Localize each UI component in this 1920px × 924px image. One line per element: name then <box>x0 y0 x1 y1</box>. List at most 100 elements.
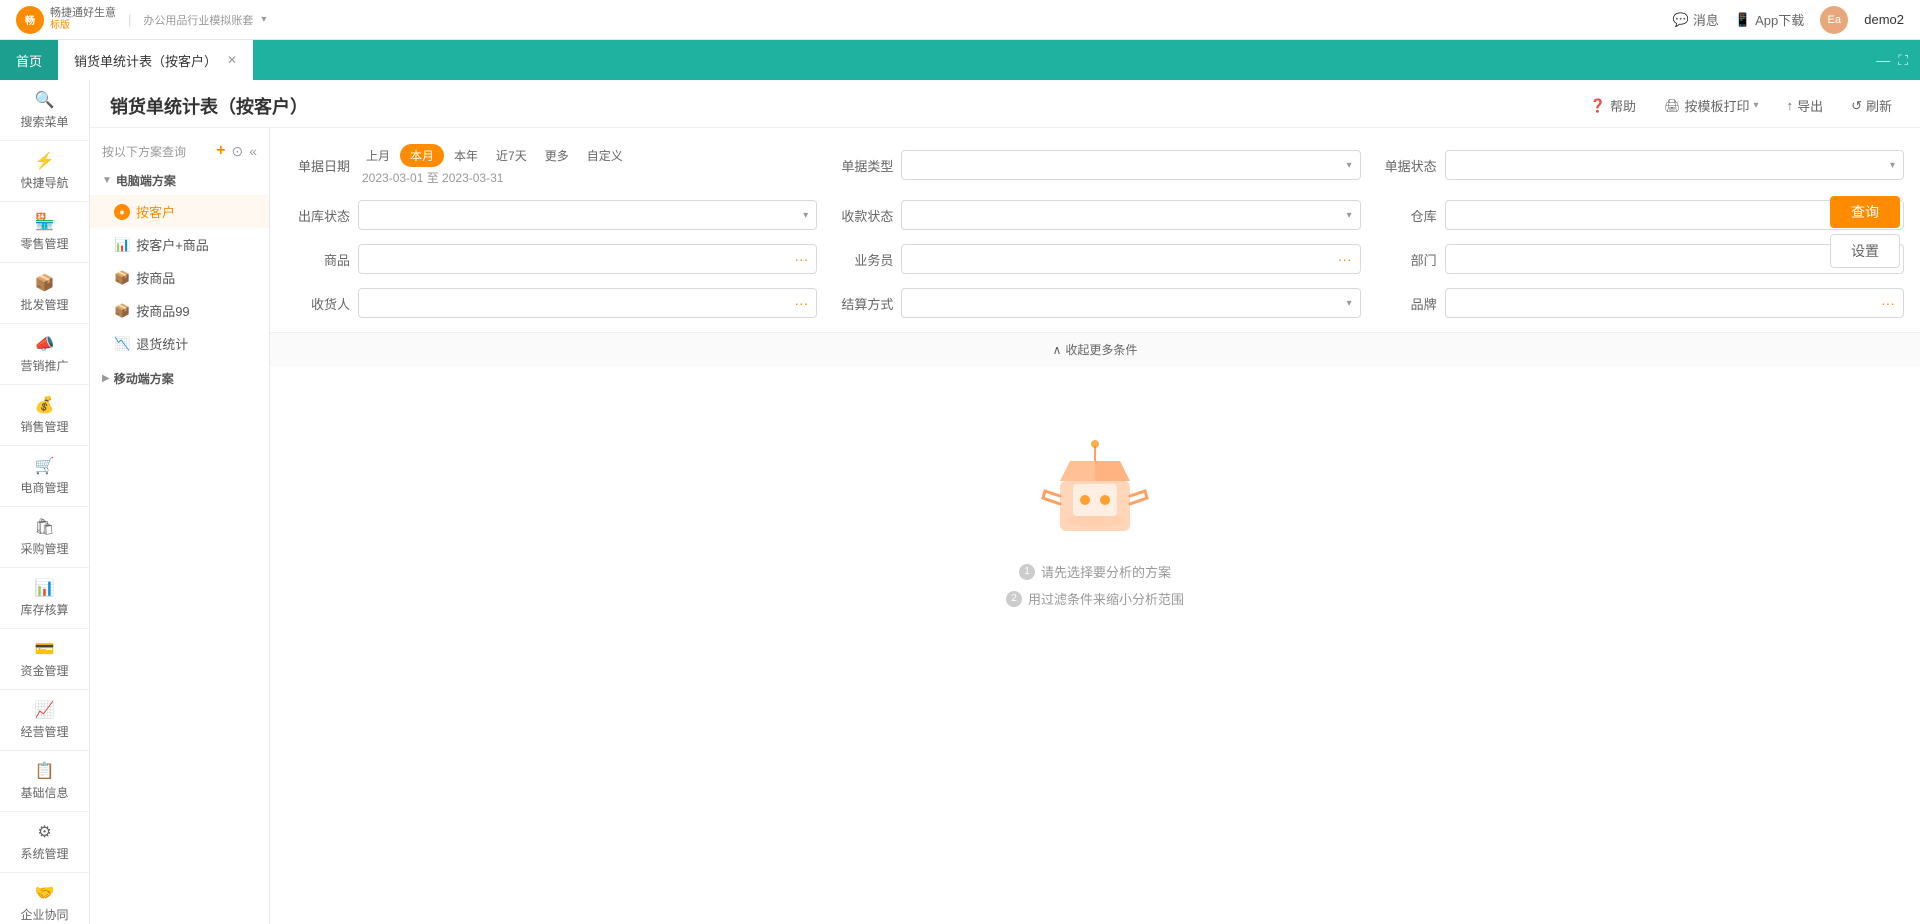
filter-row-3: 商品 ··· 业务员 ··· <box>286 244 1904 274</box>
nav-collapse-btn[interactable]: « <box>249 143 257 159</box>
payment-select[interactable]: ▾ <box>901 288 1360 318</box>
nav-item-return-stat[interactable]: 📉 退货统计 <box>90 327 269 360</box>
refresh-btn[interactable]: ↺ 刷新 <box>1843 92 1900 119</box>
avatar[interactable]: Ea <box>1820 6 1848 34</box>
sidebar-item-finance[interactable]: 💳 资金管理 <box>0 629 89 690</box>
settings-button[interactable]: 设置 <box>1830 234 1900 268</box>
staff-input[interactable]: ··· <box>901 244 1360 274</box>
bill-status-label: 单据状态 <box>1373 156 1437 175</box>
sidebar: 🔍 搜索菜单 ⚡ 快捷导航 🏪 零售管理 📦 批发管理 📣 营销推广 💰 销售管… <box>0 80 90 924</box>
sidebar-item-retail-label: 零售管理 <box>20 235 68 252</box>
app-download-btn[interactable]: 📱 App下载 <box>1735 10 1804 29</box>
export-icon: ↑ <box>1787 98 1794 113</box>
date-tab-this-year[interactable]: 本年 <box>446 144 486 167</box>
receipt-status-label: 收款状态 <box>829 206 893 225</box>
refresh-icon: ↺ <box>1851 98 1862 114</box>
svg-text:畅: 畅 <box>25 14 35 27</box>
tab-close-icon[interactable]: ✕ <box>227 53 237 67</box>
brand-input[interactable]: ··· <box>1445 288 1904 318</box>
system-icon: ⚙ <box>37 822 51 842</box>
tab-minimize-icon[interactable]: — <box>1876 52 1890 68</box>
nav-panel-title: 按以下方案查询 <box>102 143 186 160</box>
marketing-icon: 📣 <box>35 334 55 354</box>
export-btn[interactable]: ↑ 导出 <box>1779 92 1832 119</box>
sidebar-item-enterprise[interactable]: 🤝 企业协同 <box>0 873 89 924</box>
query-button[interactable]: 查询 <box>1830 196 1900 228</box>
filter-cell-recipient: 收货人 ··· <box>286 288 817 318</box>
date-tab-more[interactable]: 更多 <box>537 144 577 167</box>
filter-cell-payment: 结算方式 ▾ <box>829 288 1360 318</box>
sidebar-item-basic-info-label: 基础信息 <box>20 784 68 801</box>
sidebar-item-search-menu[interactable]: 🔍 搜索菜单 <box>0 80 89 141</box>
nav-add-btn[interactable]: + <box>216 142 225 160</box>
sidebar-item-system[interactable]: ⚙ 系统管理 <box>0 812 89 873</box>
date-tab-this-month[interactable]: 本月 <box>400 144 444 167</box>
purchase-icon: 🛍 <box>34 517 54 537</box>
bill-status-select[interactable]: ▾ <box>1445 150 1904 180</box>
sidebar-item-ecommerce[interactable]: 🛒 电商管理 <box>0 446 89 507</box>
nav-item-return-stat-label: 退货统计 <box>136 334 188 353</box>
desktop-section-label: 电脑端方案 <box>116 172 176 189</box>
retail-icon: 🏪 <box>35 212 55 232</box>
filter-row-4: 收货人 ··· 结算方式 ▾ <box>286 288 1904 318</box>
filter-cell-bill-status: 单据状态 ▾ <box>1373 150 1904 180</box>
content-area: 销货单统计表（按客户） ❓ 帮助 🖨 按模板打印 ▾ ↑ 导出 ↺ 刷新 <box>90 80 1920 924</box>
out-status-select[interactable]: ▾ <box>358 200 817 230</box>
sidebar-item-wholesale-mgmt[interactable]: 📦 批发管理 <box>0 263 89 324</box>
nav-settings-btn[interactable]: ⊙ <box>231 143 243 160</box>
username: demo2 <box>1864 12 1904 27</box>
messages-btn[interactable]: 💬 消息 <box>1673 10 1719 29</box>
nav-item-by-customer-goods[interactable]: 📊 按客户+商品 <box>90 228 269 261</box>
staff-label: 业务员 <box>829 250 893 269</box>
search-menu-icon: 🔍 <box>35 90 55 110</box>
recipient-input[interactable]: ··· <box>358 288 817 318</box>
help-btn[interactable]: ❓ 帮助 <box>1582 92 1644 119</box>
sidebar-item-sales-mgmt[interactable]: 💰 销售管理 <box>0 385 89 446</box>
mobile-section-arrow-icon: ▶ <box>102 373 110 384</box>
customer-goods-icon: 📊 <box>114 237 130 253</box>
template-print-btn[interactable]: 🖨 按模板打印 ▾ <box>1656 92 1767 119</box>
collapse-label: 收起更多条件 <box>1065 341 1137 358</box>
filter-cell-out-status: 出库状态 ▾ <box>286 200 817 230</box>
goods-input[interactable]: ··· <box>358 244 817 274</box>
date-label: 单据日期 <box>286 156 350 175</box>
quick-nav-icon: ⚡ <box>35 151 55 171</box>
sidebar-item-marketing[interactable]: 📣 营销推广 <box>0 324 89 385</box>
tab-home[interactable]: 首页 <box>0 40 58 80</box>
date-tab-last7[interactable]: 近7天 <box>488 144 535 167</box>
header-left: 畅 畅捷通好生意 标版 | 办公用品行业模拟账套 ▾ <box>16 6 266 34</box>
sidebar-item-retail-mgmt[interactable]: 🏪 零售管理 <box>0 202 89 263</box>
nav-item-by-goods[interactable]: 📦 按商品 <box>90 261 269 294</box>
filter-cell-warehouse: 仓库 ··· <box>1373 200 1904 230</box>
nav-section-desktop-header[interactable]: ▼ 电脑端方案 <box>90 166 269 195</box>
sidebar-item-quick-nav-label: 快捷导航 <box>20 174 68 191</box>
date-tab-custom[interactable]: 自定义 <box>579 144 631 167</box>
main-layout: 🔍 搜索菜单 ⚡ 快捷导航 🏪 零售管理 📦 批发管理 📣 营销推广 💰 销售管… <box>0 80 1920 924</box>
sidebar-item-system-label: 系统管理 <box>20 845 68 862</box>
return-stat-icon: 📉 <box>114 336 130 352</box>
breadcrumb-arrow-icon[interactable]: ▾ <box>261 14 266 25</box>
nav-item-by-goods-99[interactable]: 📦 按商品99 <box>90 294 269 327</box>
wholesale-icon: 📦 <box>35 273 55 293</box>
date-tab-last-month[interactable]: 上月 <box>358 144 398 167</box>
sidebar-item-purchase[interactable]: 🛍 采购管理 <box>0 507 89 568</box>
operations-icon: 📈 <box>35 700 55 720</box>
sales-stat-tab-label: 销货单统计表（按客户） <box>74 51 217 70</box>
receipt-status-select[interactable]: ▾ <box>901 200 1360 230</box>
bill-status-arrow-icon: ▾ <box>1890 160 1895 171</box>
nav-section-mobile-header[interactable]: ▶ 移动端方案 <box>90 364 269 393</box>
sidebar-item-quick-nav[interactable]: ⚡ 快捷导航 <box>0 141 89 202</box>
sidebar-item-inventory[interactable]: 📊 库存核算 <box>0 568 89 629</box>
out-status-label: 出库状态 <box>286 206 350 225</box>
desktop-section-arrow-icon: ▼ <box>102 175 112 186</box>
bill-type-select[interactable]: ▾ <box>901 150 1360 180</box>
nav-item-by-customer[interactable]: ● 按客户 <box>90 195 269 228</box>
sidebar-item-operations[interactable]: 📈 经营管理 <box>0 690 89 751</box>
inventory-icon: 📊 <box>35 578 55 598</box>
nav-item-by-customer-goods-label: 按客户+商品 <box>136 235 209 254</box>
tab-sales-stat[interactable]: 销货单统计表（按客户） ✕ <box>58 40 253 80</box>
inner-layout: 按以下方案查询 + ⊙ « ▼ 电脑端方案 ● <box>90 128 1920 924</box>
tab-expand-icon[interactable]: ⛶ <box>1898 52 1908 69</box>
collapse-bar[interactable]: ∧ 收起更多条件 <box>270 332 1920 366</box>
sidebar-item-basic-info[interactable]: 📋 基础信息 <box>0 751 89 812</box>
